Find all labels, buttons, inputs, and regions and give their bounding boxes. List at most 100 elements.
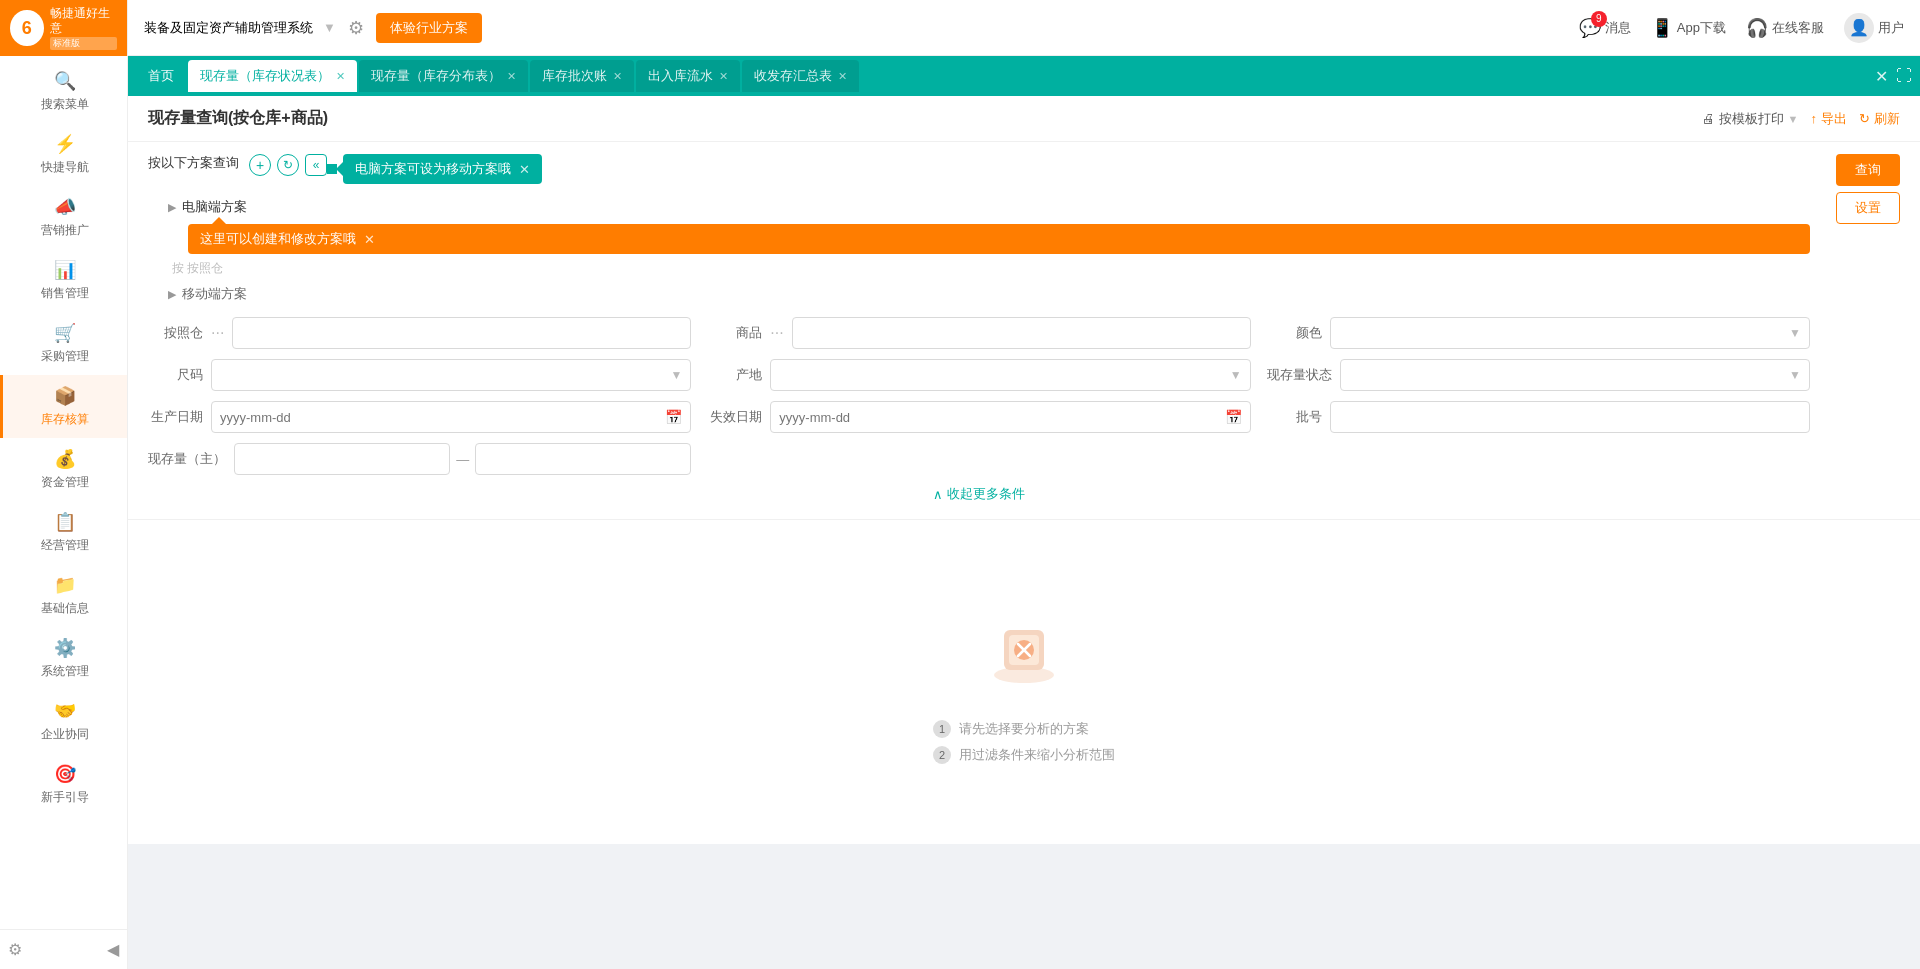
sidebar-item-sales[interactable]: 📊 销售管理	[0, 249, 127, 312]
stock-main-min-input[interactable]	[234, 443, 450, 475]
back-btn[interactable]: «	[305, 154, 327, 176]
mfg-date-input-wrap[interactable]: 📅	[211, 401, 691, 433]
page-header-actions: 🖨 按模板打印 ▼ ↑ 导出 ↻ 刷新	[1702, 110, 1900, 128]
refresh-scheme-btn[interactable]: ↻	[277, 154, 299, 176]
dropdown-arrow-icon: ▼	[323, 20, 336, 35]
refresh-btn[interactable]: ↻ 刷新	[1859, 110, 1900, 128]
batch-label: 批号	[1267, 408, 1322, 426]
industry-btn[interactable]: 体验行业方案	[376, 13, 482, 43]
mfg-date-calendar-icon[interactable]: 📅	[665, 409, 682, 425]
tab-stock-dist[interactable]: 现存量（库存分布表） ✕	[359, 60, 528, 92]
exp-date-calendar-icon[interactable]: 📅	[1225, 409, 1242, 425]
chevron-pc-icon: ▶	[168, 201, 176, 214]
settings-bottom-icon[interactable]: ⚙	[8, 940, 22, 959]
sidebar-item-basic[interactable]: 📁 基础信息	[0, 564, 127, 627]
online-service-btn[interactable]: 🎧 在线客服	[1746, 17, 1824, 39]
operations-icon: 📋	[54, 511, 76, 533]
tooltip-scheme-close[interactable]: ✕	[519, 162, 530, 177]
chevron-mobile-icon: ▶	[168, 288, 176, 301]
batch-input[interactable]	[1330, 401, 1810, 433]
product-dots[interactable]: ···	[770, 324, 783, 342]
origin-select-arrow: ▼	[1230, 368, 1242, 382]
system-icon: ⚙️	[54, 637, 76, 659]
tab-home[interactable]: 首页	[136, 60, 186, 92]
sidebar-item-quick-nav[interactable]: ⚡ 快捷导航	[0, 123, 127, 186]
warehouse-select[interactable]	[232, 317, 691, 349]
product-select[interactable]	[792, 317, 1251, 349]
sidebar-logo: 6 畅捷通好生意 标准版	[0, 0, 127, 56]
app-download-label: App下载	[1677, 19, 1726, 37]
mobile-icon: 📱	[1651, 17, 1673, 39]
sidebar-item-inventory[interactable]: 📦 库存核算	[0, 375, 127, 438]
inventory-icon: 📦	[54, 385, 76, 407]
sidebar-item-finance[interactable]: 💰 资金管理	[0, 438, 127, 501]
online-service-label: 在线客服	[1772, 19, 1824, 37]
filter-label: 按以下方案查询	[148, 154, 239, 172]
sidebar-item-system[interactable]: ⚙️ 系统管理	[0, 627, 127, 690]
collapse-btn[interactable]: ∧ 收起更多条件	[148, 475, 1810, 507]
sidebar: 6 畅捷通好生意 标准版 🔍 搜索菜单 ⚡ 快捷导航 📣 营销推广 📊 销售管理…	[0, 0, 128, 969]
size-select[interactable]: ▼	[211, 359, 691, 391]
page-content: 现存量查询(按仓库+商品) 🖨 按模板打印 ▼ ↑ 导出 ↻ 刷新	[128, 96, 1920, 969]
message-label: 消息	[1605, 19, 1631, 37]
tab-close-in-out-flow[interactable]: ✕	[719, 70, 728, 83]
stock-main-wrap: —	[234, 443, 691, 475]
reset-btn[interactable]: 设置	[1836, 192, 1900, 224]
tab-close-stock-status[interactable]: ✕	[336, 70, 345, 83]
origin-label: 产地	[707, 366, 762, 384]
sidebar-item-operations[interactable]: 📋 经营管理	[0, 501, 127, 564]
stock-status-select[interactable]: ▼	[1340, 359, 1810, 391]
color-select[interactable]: ▼	[1330, 317, 1810, 349]
sidebar-item-marketing[interactable]: 📣 营销推广	[0, 186, 127, 249]
sidebar-item-search[interactable]: 🔍 搜索菜单	[0, 60, 127, 123]
collapse-sidebar-icon[interactable]: ◀	[107, 940, 119, 959]
filter-main-area: 按以下方案查询 + ↻ « 电脑方案可设为移动方案哦 ✕	[148, 154, 1900, 507]
search-icon: 🔍	[54, 70, 76, 92]
template-print-btn[interactable]: 🖨 按模板打印 ▼	[1702, 110, 1799, 128]
exp-date-input-wrap[interactable]: 📅	[770, 401, 1250, 433]
app-logo-icon: 6	[10, 10, 44, 46]
warehouse-label: 按照仓	[148, 324, 203, 342]
sidebar-nav: 🔍 搜索菜单 ⚡ 快捷导航 📣 营销推广 📊 销售管理 🛒 采购管理 📦 库存核…	[0, 56, 127, 929]
tab-close-batch-account[interactable]: ✕	[613, 70, 622, 83]
origin-select[interactable]: ▼	[770, 359, 1250, 391]
user-btn[interactable]: 👤 用户	[1844, 13, 1904, 43]
stock-main-label: 现存量（主）	[148, 450, 226, 468]
tab-stock-status[interactable]: 现存量（库存状况表） ✕	[188, 60, 357, 92]
tooltip-create-close[interactable]: ✕	[364, 232, 375, 247]
tip-num-1: 1	[933, 720, 951, 738]
schema-item-mobile[interactable]: ▶ 移动端方案	[168, 281, 1810, 307]
tabs-fullscreen-icon[interactable]: ⛶	[1896, 67, 1912, 85]
tab-batch-account[interactable]: 库存批次账 ✕	[530, 60, 634, 92]
color-label: 颜色	[1267, 324, 1322, 342]
user-label: 用户	[1878, 19, 1904, 37]
filter-row-stock-status: 现存量状态 ▼	[1267, 359, 1810, 391]
tab-receive-send[interactable]: 收发存汇总表 ✕	[742, 60, 859, 92]
exp-date-input[interactable]	[779, 410, 1224, 425]
product-label: 商品	[707, 324, 762, 342]
sidebar-item-enterprise[interactable]: 🤝 企业协同	[0, 690, 127, 753]
collapse-chevron-icon: ∧	[933, 487, 943, 502]
mfg-date-input[interactable]	[220, 410, 665, 425]
tabs-close-all-icon[interactable]: ✕	[1875, 67, 1888, 86]
gear-icon[interactable]: ⚙	[348, 17, 364, 39]
sidebar-item-purchase[interactable]: 🛒 采购管理	[0, 312, 127, 375]
empty-tips: 1 请先选择要分析的方案 2 用过滤条件来缩小分析范围	[933, 720, 1115, 764]
sidebar-item-guide[interactable]: 🎯 新手引导	[0, 753, 127, 816]
tab-close-receive-send[interactable]: ✕	[838, 70, 847, 83]
stock-main-max-input[interactable]	[475, 443, 691, 475]
empty-icon	[974, 600, 1074, 700]
export-btn[interactable]: ↑ 导出	[1811, 110, 1848, 128]
add-scheme-btn[interactable]: +	[249, 154, 271, 176]
schema-item-pc[interactable]: ▶ 电脑端方案	[168, 194, 1810, 220]
filter-row-color: 颜色 ▼	[1267, 317, 1810, 349]
system-name-select[interactable]: 装备及固定资产辅助管理系统 ▼	[144, 19, 336, 37]
connector-dot	[327, 164, 337, 174]
app-download-btn[interactable]: 📱 App下载	[1651, 17, 1726, 39]
filter-row-stock-main: 现存量（主） —	[148, 443, 691, 475]
warehouse-dots[interactable]: ···	[211, 324, 224, 342]
search-btn[interactable]: 查询	[1836, 154, 1900, 186]
tab-in-out-flow[interactable]: 出入库流水 ✕	[636, 60, 740, 92]
message-btn[interactable]: 💬 9 消息	[1579, 17, 1631, 39]
tab-close-stock-dist[interactable]: ✕	[507, 70, 516, 83]
